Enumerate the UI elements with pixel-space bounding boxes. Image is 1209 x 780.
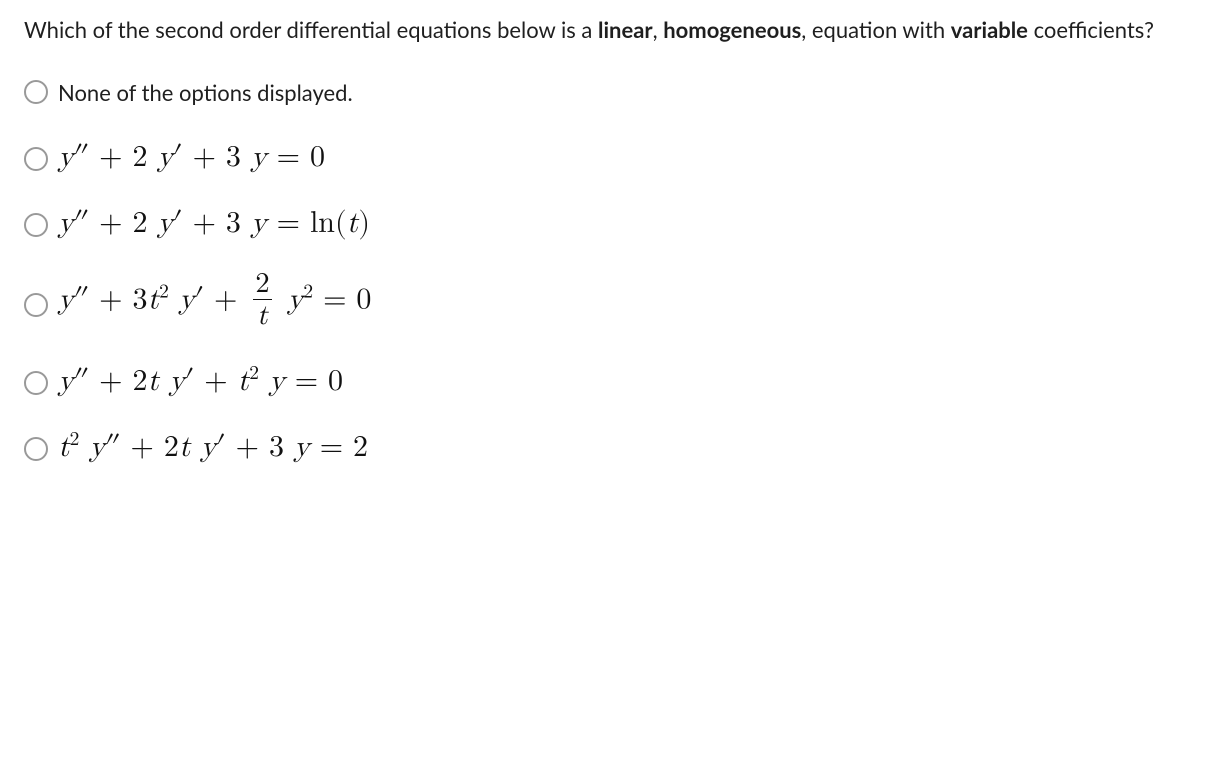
eq-ln-open: = ln( xyxy=(267,208,347,238)
op: + xyxy=(194,366,237,396)
options-group: None of the options displayed. y″ + 2 y′… xyxy=(24,78,1185,465)
close-paren: ) xyxy=(358,208,370,238)
question-bold-variable: variable xyxy=(951,16,1028,43)
var-y: y xyxy=(89,432,105,462)
radio-icon[interactable] xyxy=(24,371,48,395)
option-e-equation: y″ + 2t y′ + t2 y = 0 xyxy=(58,363,343,399)
var-t: t xyxy=(147,284,159,314)
eq-zero: = 0 xyxy=(267,142,325,172)
op: + 2 xyxy=(89,142,157,172)
question-trailing: coefficients? xyxy=(1028,16,1154,43)
prime-double: ″ xyxy=(74,366,89,396)
op: + 2 xyxy=(121,432,179,462)
eq-zero: = 0 xyxy=(313,284,371,314)
space xyxy=(259,366,269,396)
var-y: y xyxy=(58,142,74,172)
eq-zero: = 0 xyxy=(285,366,343,396)
radio-icon[interactable] xyxy=(24,213,48,237)
eq-two: = 2 xyxy=(310,432,368,462)
option-a[interactable]: None of the options displayed. xyxy=(24,78,1185,109)
question-text: Which of the second order differential e… xyxy=(24,14,1185,46)
var-y: y xyxy=(288,284,304,314)
var-y: y xyxy=(58,284,74,314)
space xyxy=(79,432,89,462)
prime: ′ xyxy=(195,284,204,314)
prime: ′ xyxy=(185,366,194,396)
var-t: t xyxy=(147,366,159,396)
question-bold-linear: linear xyxy=(598,16,653,43)
option-b[interactable]: y″ + 2 y′ + 3 y = 0 xyxy=(24,139,1185,175)
exp-2: 2 xyxy=(249,363,259,383)
op: + 2 xyxy=(89,208,157,238)
op: + 2 xyxy=(89,366,147,396)
frac-num: 2 xyxy=(251,269,273,299)
option-f[interactable]: t2 y″ + 2t y′ + 3 y = 2 xyxy=(24,429,1185,465)
radio-icon[interactable] xyxy=(24,293,48,317)
space xyxy=(191,432,201,462)
space xyxy=(159,366,169,396)
var-y: y xyxy=(58,366,74,396)
option-b-equation: y″ + 2 y′ + 3 y = 0 xyxy=(58,139,325,175)
fraction: 2t xyxy=(251,269,273,331)
prime-double: ″ xyxy=(105,432,120,462)
var-y: y xyxy=(157,208,173,238)
op: + 3 xyxy=(89,284,147,314)
question-bold-homogeneous: homogeneous xyxy=(663,16,801,43)
option-c[interactable]: y″ + 2 y′ + 3 y = ln(t) xyxy=(24,205,1185,241)
var-y: y xyxy=(201,432,217,462)
space xyxy=(169,284,179,314)
exp-2: 2 xyxy=(303,281,313,301)
var-y: y xyxy=(251,208,267,238)
var-y: y xyxy=(179,284,195,314)
frac-den: t xyxy=(253,299,272,331)
prime: ′ xyxy=(173,142,182,172)
op: + 3 xyxy=(226,432,294,462)
prime: ′ xyxy=(173,208,182,238)
option-d[interactable]: y″ + 3t2 y′ + 2t y2 = 0 xyxy=(24,271,1185,333)
option-f-equation: t2 y″ + 2t y′ + 3 y = 2 xyxy=(58,429,368,465)
var-y: y xyxy=(294,432,310,462)
var-t: t xyxy=(238,366,250,396)
option-c-equation: y″ + 2 y′ + 3 y = ln(t) xyxy=(58,205,370,241)
option-e[interactable]: y″ + 2t y′ + t2 y = 0 xyxy=(24,363,1185,399)
sep2: , equation with xyxy=(801,16,950,43)
prime-double: ″ xyxy=(74,142,89,172)
var-t: t xyxy=(347,208,359,238)
var-t: t xyxy=(58,432,70,462)
option-d-equation: y″ + 3t2 y′ + 2t y2 = 0 xyxy=(58,271,371,333)
option-a-label: None of the options displayed. xyxy=(58,78,353,109)
op: + 3 xyxy=(183,142,251,172)
radio-icon[interactable] xyxy=(24,147,48,171)
question-leading: Which of the second order differential e… xyxy=(24,16,598,43)
sep1: , xyxy=(653,16,664,43)
radio-icon[interactable] xyxy=(24,437,48,461)
op: + xyxy=(204,284,247,314)
exp-2: 2 xyxy=(159,281,169,301)
space xyxy=(278,284,288,314)
prime-double: ″ xyxy=(74,208,89,238)
var-y: y xyxy=(269,366,285,396)
var-y: y xyxy=(157,142,173,172)
exp-2: 2 xyxy=(70,429,80,449)
var-y: y xyxy=(251,142,267,172)
var-y: y xyxy=(169,366,185,396)
prime: ′ xyxy=(216,432,225,462)
op: + 3 xyxy=(183,208,251,238)
var-y: y xyxy=(58,208,74,238)
prime-double: ″ xyxy=(74,284,89,314)
var-t: t xyxy=(179,432,191,462)
radio-icon[interactable] xyxy=(24,80,48,104)
